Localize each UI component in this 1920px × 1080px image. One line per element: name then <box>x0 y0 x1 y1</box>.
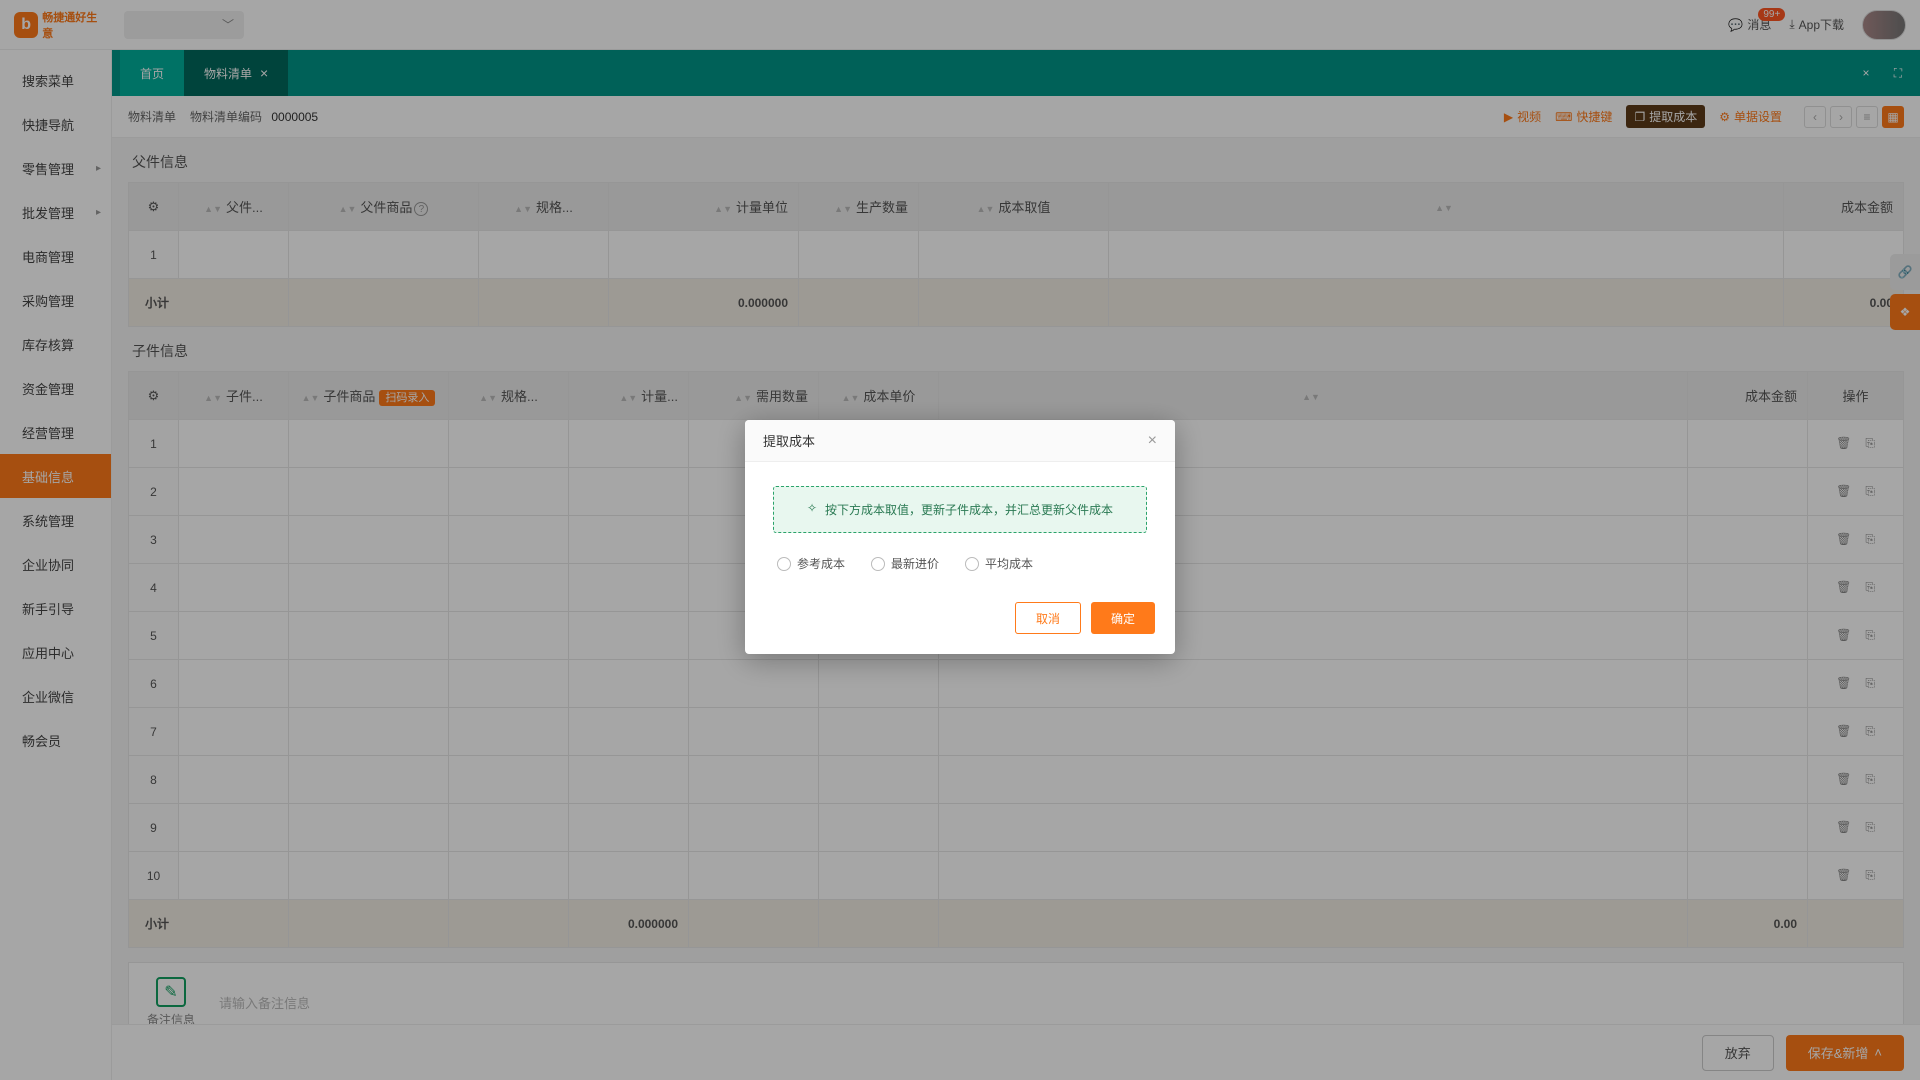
cost-option-latest[interactable]: 最新进价 <box>871 555 939 572</box>
modal-tip: ✧ 按下方成本取值，更新子件成本，并汇总更新父件成本 <box>773 486 1147 533</box>
modal-ok-button[interactable]: 确定 <box>1091 602 1155 634</box>
cost-option-average[interactable]: 平均成本 <box>965 555 1033 572</box>
bulb-icon: ✧ <box>807 501 817 515</box>
cost-option-group: 参考成本 最新进价 平均成本 <box>773 555 1147 572</box>
modal-close-button[interactable]: × <box>1148 432 1157 450</box>
modal-cancel-button[interactable]: 取消 <box>1015 602 1081 634</box>
cost-option-reference[interactable]: 参考成本 <box>777 555 845 572</box>
extract-cost-modal: 提取成本 × ✧ 按下方成本取值，更新子件成本，并汇总更新父件成本 参考成本 最… <box>745 420 1175 654</box>
modal-title: 提取成本 <box>763 431 1148 450</box>
